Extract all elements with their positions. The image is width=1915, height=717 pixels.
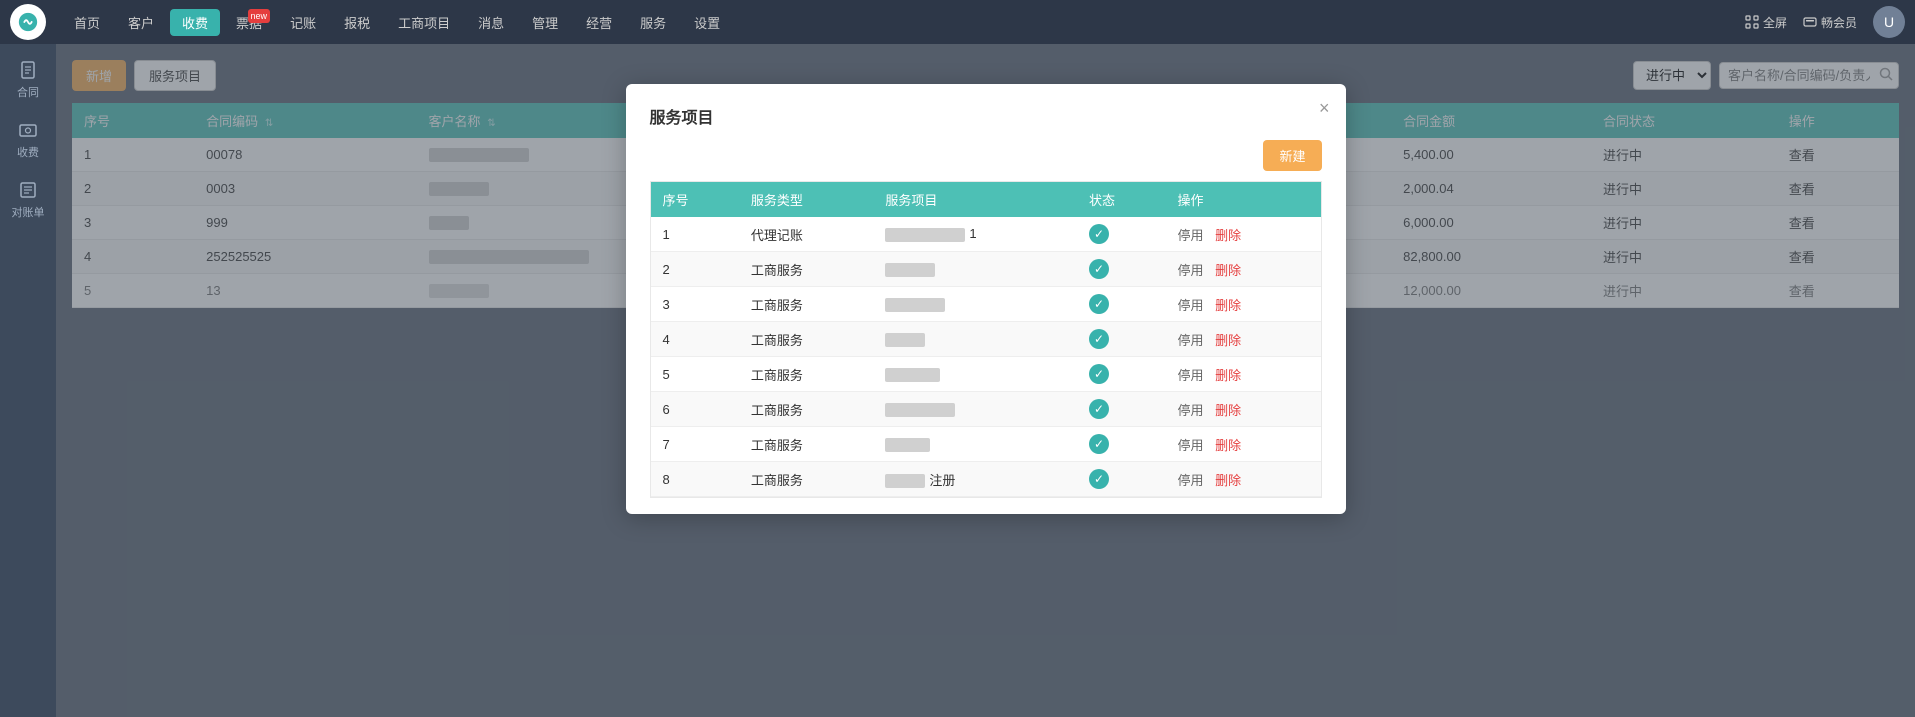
vip-btn[interactable]: 畅会员: [1803, 14, 1857, 31]
nav-items: 首页 客户 收费 票据 new 记账 报税 工商项目 消息 管理 经营 服务 设…: [62, 9, 1745, 36]
delete-button-8[interactable]: 删除: [1215, 473, 1241, 488]
modal-col-type: 服务类型: [739, 182, 873, 217]
delete-button-5[interactable]: 删除: [1215, 368, 1241, 383]
stop-button-4[interactable]: 停用: [1177, 333, 1203, 348]
nav-customer[interactable]: 客户: [116, 9, 166, 36]
modal-overlay: 服务项目 × 新建 序号 服务类型 服务项目 状态 操作: [56, 44, 1915, 717]
nav-jizhang[interactable]: 记账: [278, 9, 328, 36]
nav-xiaoxi[interactable]: 消息: [466, 9, 516, 36]
nav-shoufei[interactable]: 收费: [170, 9, 220, 36]
sidebar: 合同 收费 对账单: [0, 44, 56, 717]
stop-button-2[interactable]: 停用: [1177, 263, 1203, 278]
nav-fuwu[interactable]: 服务: [628, 9, 678, 36]
delete-button-6[interactable]: 删除: [1215, 403, 1241, 418]
main-layout: 合同 收费 对账单 新增 服务项目 进行中: [0, 44, 1915, 717]
fullscreen-btn[interactable]: 全屏: [1745, 14, 1787, 31]
status-active-icon: ✓: [1089, 294, 1109, 314]
sidebar-item-duizhang[interactable]: 对账单: [3, 172, 53, 228]
delete-button-2[interactable]: 删除: [1215, 263, 1241, 278]
status-active-icon: ✓: [1089, 329, 1109, 349]
modal-toolbar: 新建: [650, 140, 1322, 171]
delete-button-4[interactable]: 删除: [1215, 333, 1241, 348]
status-active-icon: ✓: [1089, 224, 1109, 244]
stop-button-6[interactable]: 停用: [1177, 403, 1203, 418]
modal-table-wrap[interactable]: 序号 服务类型 服务项目 状态 操作 1 代理记账 1: [650, 181, 1322, 498]
nav-home[interactable]: 首页: [62, 9, 112, 36]
status-active-icon: ✓: [1089, 469, 1109, 489]
nav-jingying[interactable]: 经营: [574, 9, 624, 36]
modal-service-table: 序号 服务类型 服务项目 状态 操作 1 代理记账 1: [651, 182, 1321, 497]
app-logo: [10, 4, 46, 40]
delete-button-7[interactable]: 删除: [1215, 438, 1241, 453]
modal-table-row: 5 工商服务 ✓ 停用 删除: [651, 357, 1321, 392]
stop-button-1[interactable]: 停用: [1177, 228, 1203, 243]
nav-baoshui[interactable]: 报税: [332, 9, 382, 36]
stop-button-3[interactable]: 停用: [1177, 298, 1203, 313]
status-active-icon: ✓: [1089, 364, 1109, 384]
delete-button-1[interactable]: 删除: [1215, 228, 1241, 243]
status-active-icon: ✓: [1089, 259, 1109, 279]
sidebar-item-shoufei[interactable]: 收费: [3, 112, 53, 168]
status-active-icon: ✓: [1089, 434, 1109, 454]
user-avatar[interactable]: U: [1873, 6, 1905, 38]
sidebar-item-contract[interactable]: 合同: [3, 52, 53, 108]
stop-button-5[interactable]: 停用: [1177, 368, 1203, 383]
modal-table-row: 8 工商服务 注册 ✓ 停用 删除: [651, 462, 1321, 497]
top-nav-right: 全屏 畅会员 U: [1745, 6, 1905, 38]
modal-col-action: 操作: [1165, 182, 1320, 217]
stop-button-7[interactable]: 停用: [1177, 438, 1203, 453]
modal-table-row: 3 工商服务 ✓ 停用 删除: [651, 287, 1321, 322]
delete-button-3[interactable]: 删除: [1215, 298, 1241, 313]
modal-col-project: 服务项目: [873, 182, 1077, 217]
modal-title: 服务项目: [650, 104, 1322, 128]
nav-gongshang[interactable]: 工商项目: [386, 9, 462, 36]
modal-table-row: 1 代理记账 1 ✓ 停用 删除: [651, 217, 1321, 252]
modal-table-row: 6 工商服务 ✓ 停用 删除: [651, 392, 1321, 427]
service-items-modal: 服务项目 × 新建 序号 服务类型 服务项目 状态 操作: [626, 84, 1346, 514]
status-active-icon: ✓: [1089, 399, 1109, 419]
new-badge: new: [248, 9, 271, 23]
top-navigation: 首页 客户 收费 票据 new 记账 报税 工商项目 消息 管理 经营 服务 设…: [0, 0, 1915, 44]
nav-guanli[interactable]: 管理: [520, 9, 570, 36]
stop-button-8[interactable]: 停用: [1177, 473, 1203, 488]
modal-table-row: 2 工商服务 ✓ 停用 删除: [651, 252, 1321, 287]
modal-col-status: 状态: [1077, 182, 1165, 217]
modal-new-button[interactable]: 新建: [1263, 140, 1321, 171]
modal-close-button[interactable]: ×: [1319, 98, 1330, 119]
modal-table-row: 4 工商服务 ✓ 停用 删除: [651, 322, 1321, 357]
modal-table-row: 7 工商服务 ✓ 停用 删除: [651, 427, 1321, 462]
main-content: 新增 服务项目 进行中 已完成 已取消: [56, 44, 1915, 717]
modal-col-seq: 序号: [651, 182, 739, 217]
nav-piao[interactable]: 票据 new: [224, 9, 274, 36]
nav-shezhi[interactable]: 设置: [682, 9, 732, 36]
